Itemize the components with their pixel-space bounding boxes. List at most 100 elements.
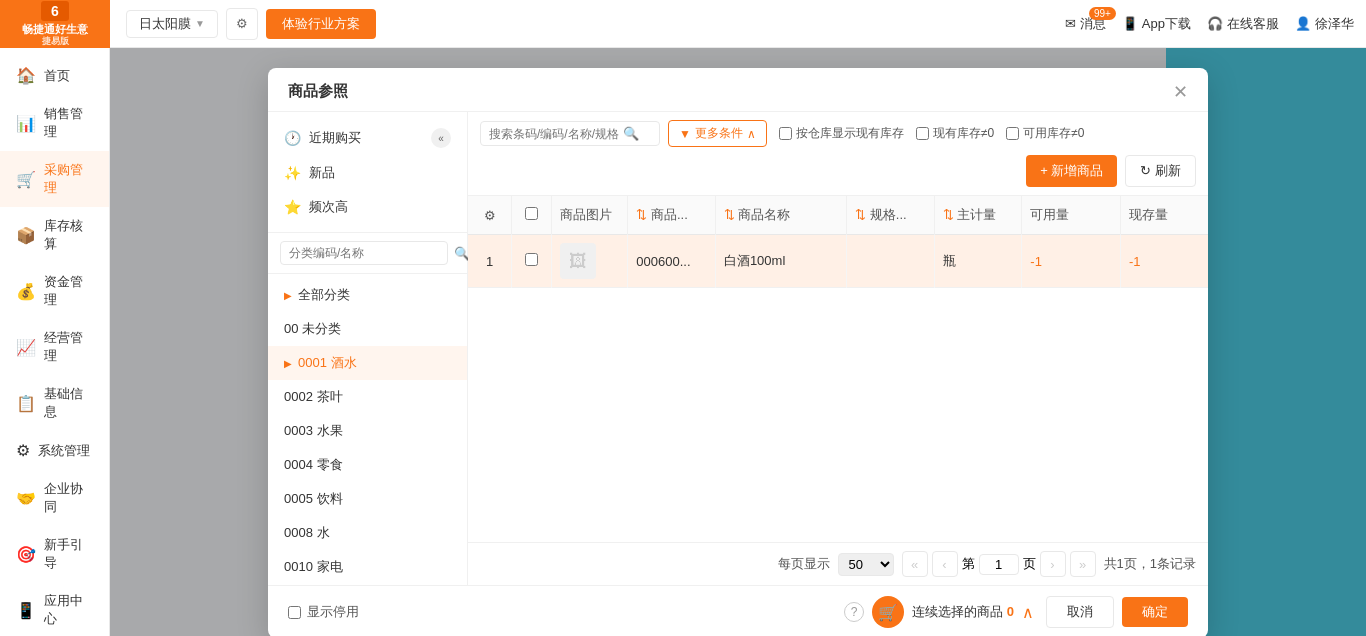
category-item-0004[interactable]: 0004 零食 bbox=[268, 448, 467, 482]
frequent-label: 频次高 bbox=[309, 198, 348, 216]
sidebar-item-finance[interactable]: 💰 资金管理 bbox=[0, 263, 109, 319]
logo: 6 畅捷通好生意 捷易版 bbox=[0, 0, 110, 48]
show-disabled-checkbox[interactable]: 显示停用 bbox=[288, 603, 359, 621]
sidebar-item-guide[interactable]: 🎯 新手引导 bbox=[0, 526, 109, 582]
search-input[interactable] bbox=[489, 127, 619, 141]
add-product-button[interactable]: + 新增商品 bbox=[1026, 155, 1117, 187]
sales-icon: 📊 bbox=[16, 114, 36, 133]
sidebar-item-operations[interactable]: 📈 经营管理 bbox=[0, 319, 109, 375]
page-nav: « ‹ 第 页 › » bbox=[902, 551, 1096, 577]
selected-count: 0 bbox=[1007, 604, 1014, 619]
checkbox-warehouse-label: 按仓库显示现有库存 bbox=[796, 125, 904, 142]
filter-btn[interactable]: ▼ 更多条件 ∧ bbox=[668, 120, 767, 147]
sidebar-item-sales[interactable]: 📊 销售管理 bbox=[0, 95, 109, 151]
checkbox-warehouse-input[interactable] bbox=[779, 127, 792, 140]
th-name[interactable]: ⇅ 商品名称 bbox=[715, 196, 846, 235]
checkbox-available-label: 现有库存≠0 bbox=[933, 125, 994, 142]
sidebar-item-basic-info[interactable]: 📋 基础信息 bbox=[0, 375, 109, 431]
filter-label: 更多条件 bbox=[695, 125, 743, 142]
sidebar-item-inventory[interactable]: 📦 库存核算 bbox=[0, 207, 109, 263]
confirm-button[interactable]: 确定 bbox=[1122, 597, 1188, 627]
page-total: 共1页，1条记录 bbox=[1104, 555, 1196, 573]
page-input[interactable] bbox=[979, 554, 1019, 575]
message-icon: ✉ bbox=[1065, 16, 1076, 31]
search-box: 🔍 bbox=[480, 121, 660, 146]
category-search-input[interactable] bbox=[280, 241, 448, 265]
system-icon: ⚙ bbox=[16, 441, 30, 460]
checkbox-usable-input[interactable] bbox=[1006, 127, 1019, 140]
cancel-button[interactable]: 取消 bbox=[1046, 596, 1114, 628]
sidebar-item-collab-label: 企业协同 bbox=[44, 480, 93, 516]
category-item-0008[interactable]: 0008 水 bbox=[268, 516, 467, 550]
checkbox-usable[interactable]: 可用库存≠0 bbox=[1006, 125, 1084, 142]
basic-info-icon: 📋 bbox=[16, 394, 36, 413]
table-header-row: ⚙ 商品图片 ⇅ 商品... ⇅ bbox=[468, 196, 1208, 235]
frequent-icon: ⭐ bbox=[284, 199, 301, 215]
row-name: 白酒100ml bbox=[715, 235, 846, 288]
phone-icon: 📱 bbox=[1122, 16, 1138, 31]
main-content: 商品参照 ✕ 🕐 近期购买 « ✨ bbox=[110, 48, 1366, 636]
trial-btn[interactable]: 体验行业方案 bbox=[266, 9, 376, 39]
cart-icon: 🛒 bbox=[872, 596, 904, 628]
next-page-btn[interactable]: › bbox=[1040, 551, 1066, 577]
category-item-0001[interactable]: ▶ 0001 酒水 bbox=[268, 346, 467, 380]
expand-0001-icon: ▶ bbox=[284, 358, 292, 369]
messages-nav-item[interactable]: ✉ 消息 99+ bbox=[1065, 15, 1106, 33]
avatar: 👤 bbox=[1295, 16, 1311, 31]
settings-icon[interactable]: ⚙ bbox=[226, 8, 258, 40]
app-download-nav-item[interactable]: 📱 App下载 bbox=[1122, 15, 1191, 33]
filter-icon: ▼ bbox=[679, 127, 691, 141]
th-spec[interactable]: ⇅ 规格... bbox=[847, 196, 935, 235]
sidebar-item-purchase[interactable]: 🛒 采购管理 bbox=[0, 151, 109, 207]
username-label: 徐泽华 bbox=[1315, 15, 1354, 33]
category-item-0005[interactable]: 0005 饮料 bbox=[268, 482, 467, 516]
recent-label: 近期购买 bbox=[309, 129, 361, 147]
page-unit: 页 bbox=[1023, 555, 1036, 573]
online-service-nav-item[interactable]: 🎧 在线客服 bbox=[1207, 15, 1279, 33]
refresh-button[interactable]: ↻ 刷新 bbox=[1125, 155, 1196, 187]
category-item-0002[interactable]: 0002 茶叶 bbox=[268, 380, 467, 414]
dialog-close-button[interactable]: ✕ bbox=[1173, 83, 1188, 101]
select-all-checkbox[interactable] bbox=[525, 207, 538, 220]
first-page-btn[interactable]: « bbox=[902, 551, 928, 577]
category-item-0010[interactable]: 0010 家电 bbox=[268, 550, 467, 584]
last-page-btn[interactable]: » bbox=[1070, 551, 1096, 577]
dialog-overlay: 商品参照 ✕ 🕐 近期购买 « ✨ bbox=[110, 48, 1366, 636]
th-name-sort-icon: ⇅ bbox=[724, 207, 735, 222]
dialog-body: 🕐 近期购买 « ✨ 新品 ⭐ 频次高 bbox=[268, 112, 1208, 585]
row-code: 000600... bbox=[628, 235, 716, 288]
apps-icon: 📱 bbox=[16, 601, 36, 620]
collapse-up-icon[interactable]: ∧ bbox=[1022, 603, 1034, 622]
sidebar-item-apps[interactable]: 📱 应用中心 bbox=[0, 582, 109, 636]
inventory-icon: 📦 bbox=[16, 226, 36, 245]
left-nav-recent[interactable]: 🕐 近期购买 « bbox=[268, 120, 467, 156]
left-nav-frequent[interactable]: ⭐ 频次高 bbox=[268, 190, 467, 224]
checkbox-available[interactable]: 现有库存≠0 bbox=[916, 125, 994, 142]
collapse-btn[interactable]: « bbox=[431, 128, 451, 148]
nav-dropdown[interactable]: 日太阳膜 ▼ bbox=[126, 10, 218, 38]
category-item-all[interactable]: ▶ 全部分类 bbox=[268, 278, 467, 312]
category-item-0003[interactable]: 0003 水果 bbox=[268, 414, 467, 448]
prev-page-btn[interactable]: ‹ bbox=[932, 551, 958, 577]
footer-center: ? 🛒 连续选择的商品 0 ∧ bbox=[844, 596, 1034, 628]
home-icon: 🏠 bbox=[16, 66, 36, 85]
th-unit[interactable]: ⇅ 主计量 bbox=[934, 196, 1022, 235]
th-code[interactable]: ⇅ 商品... bbox=[628, 196, 716, 235]
checkbox-available-input[interactable] bbox=[916, 127, 929, 140]
show-disabled-input[interactable] bbox=[288, 606, 301, 619]
nav-center: 日太阳膜 ▼ ⚙ 体验行业方案 bbox=[110, 8, 1065, 40]
sidebar-item-apps-label: 应用中心 bbox=[44, 592, 93, 628]
user-nav-item[interactable]: 👤 徐泽华 bbox=[1295, 15, 1354, 33]
table-row[interactable]: 1 🖼 000600... 白酒100ml bbox=[468, 235, 1208, 288]
help-icon[interactable]: ? bbox=[844, 602, 864, 622]
online-service-label: 在线客服 bbox=[1227, 15, 1279, 33]
left-nav-new[interactable]: ✨ 新品 bbox=[268, 156, 467, 190]
sidebar-item-home[interactable]: 🏠 首页 bbox=[0, 56, 109, 95]
page-size-select[interactable]: 20 50 100 bbox=[838, 553, 894, 576]
sidebar-item-collab[interactable]: 🤝 企业协同 bbox=[0, 470, 109, 526]
recent-icon: 🕐 bbox=[284, 130, 301, 146]
checkbox-warehouse[interactable]: 按仓库显示现有库存 bbox=[779, 125, 904, 142]
sidebar-item-system[interactable]: ⚙ 系统管理 bbox=[0, 431, 109, 470]
row-checkbox[interactable] bbox=[525, 253, 538, 266]
category-item-00[interactable]: 00 未分类 bbox=[268, 312, 467, 346]
